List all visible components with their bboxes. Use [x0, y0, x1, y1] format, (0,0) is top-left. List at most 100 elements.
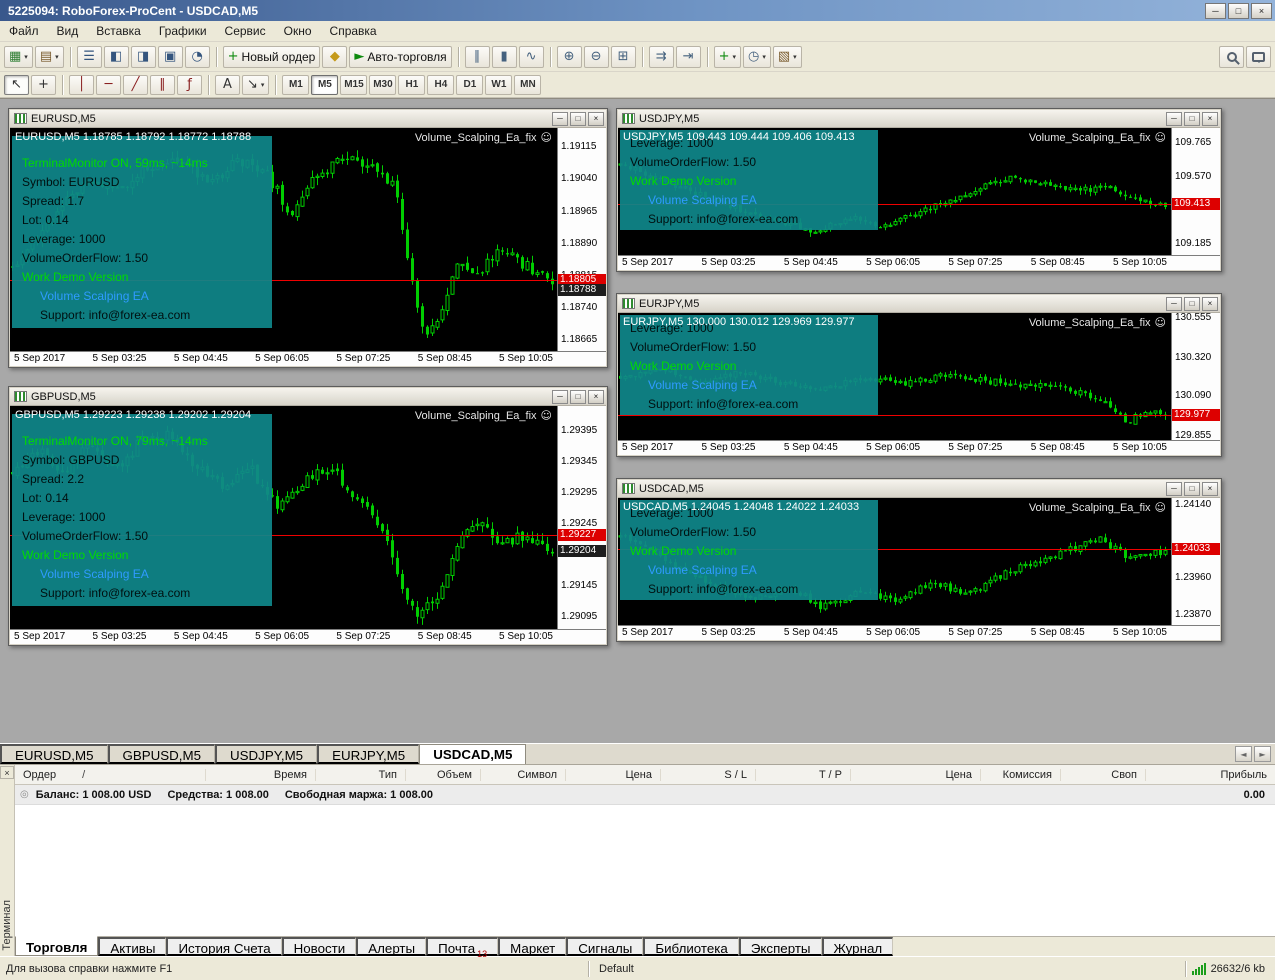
vertical-line-button[interactable]: │ — [69, 74, 94, 95]
menu-item-charts[interactable]: Графики — [150, 22, 216, 40]
minimize-button[interactable]: ─ — [1205, 2, 1226, 19]
zoom-in-button[interactable]: ⊕ — [556, 45, 582, 68]
terminal-close-button[interactable]: × — [0, 766, 14, 779]
chart-tab-usdjpy[interactable]: USDJPY,M5 — [215, 744, 318, 764]
terminal-tab-trade[interactable]: Торговля — [15, 936, 99, 956]
chart-close-button[interactable]: × — [1202, 296, 1218, 311]
chart-restore-button[interactable]: □ — [570, 111, 586, 126]
trendline-button[interactable]: ╱ — [123, 74, 148, 95]
arrows-button[interactable]: ↘ ▾ — [242, 74, 270, 95]
status-profile-selector[interactable]: Default — [595, 963, 1115, 975]
price-scale[interactable]: 1.293951.293451.292951.292451.291951.291… — [557, 406, 606, 629]
chart-plot-area[interactable]: Leverage: 1000 VolumeOrderFlow: 1.50 Work … — [618, 128, 1171, 255]
terminal-button[interactable]: ▣ — [157, 45, 183, 68]
profiles-button[interactable]: ▤ ▾ — [34, 45, 64, 68]
ea-name-label[interactable]: Volume_Scalping_Ea_fix ☺ — [1029, 501, 1166, 514]
chart-close-button[interactable]: × — [1202, 111, 1218, 126]
chart-tab-eurusd[interactable]: EURUSD,M5 — [0, 744, 108, 764]
chart-restore-button[interactable]: □ — [1184, 111, 1200, 126]
timeframe-m15-button[interactable]: M15 — [340, 74, 368, 95]
column-header-1[interactable]: Время — [205, 768, 315, 781]
column-header-2[interactable]: Тип — [315, 768, 405, 781]
timeframe-h1-button[interactable]: H1 — [398, 74, 426, 95]
timeframe-d1-button[interactable]: D1 — [456, 74, 484, 95]
column-header-4[interactable]: Символ — [480, 768, 565, 781]
metaeditor-button[interactable]: ◆ — [322, 45, 348, 68]
menu-item-insert[interactable]: Вставка — [87, 22, 150, 40]
chart-minimize-button[interactable]: ─ — [1166, 111, 1182, 126]
fibonacci-button[interactable]: ƒ — [177, 74, 202, 95]
time-axis[interactable]: 5 Sep 2017 5 Sep 03:25 5 Sep 04:45 5 Sep 06… — [10, 351, 606, 366]
chart-titlebar-eurusd[interactable]: EURUSD,M5 ─ □ × — [10, 110, 606, 128]
time-axis[interactable]: 5 Sep 2017 5 Sep 03:25 5 Sep 04:45 5 Sep 06… — [10, 629, 606, 644]
community-button[interactable] — [1246, 45, 1271, 68]
chart-titlebar-gbpusd[interactable]: GBPUSD,M5 ─ □ × — [10, 388, 606, 406]
text-button[interactable]: A — [215, 74, 240, 95]
chart-plot-area[interactable]: TerminalMonitor ON, 59ms, ~14ms Symbol: E… — [10, 128, 557, 351]
time-axis[interactable]: 5 Sep 2017 5 Sep 03:25 5 Sep 04:45 5 Sep 06… — [618, 440, 1220, 455]
ea-name-label[interactable]: Volume_Scalping_Ea_fix ☺ — [415, 409, 552, 422]
chart-restore-button[interactable]: □ — [1184, 296, 1200, 311]
chart-minimize-button[interactable]: ─ — [1166, 296, 1182, 311]
column-header-9[interactable]: Комиссия — [980, 768, 1060, 781]
chart-plot-area[interactable]: TerminalMonitor ON, 79ms, ~14ms Symbol: G… — [10, 406, 557, 629]
ea-name-label[interactable]: Volume_Scalping_Ea_fix ☺ — [1029, 131, 1166, 144]
chart-close-button[interactable]: × — [588, 389, 604, 404]
timeframe-m1-button[interactable]: M1 — [282, 74, 310, 95]
chart-titlebar-eurjpy[interactable]: EURJPY,M5 ─ □ × — [618, 295, 1220, 313]
column-header-5[interactable]: Цена — [565, 768, 660, 781]
terminal-tab-experts[interactable]: Эксперты — [738, 937, 822, 956]
chart-tab-gbpusd[interactable]: GBPUSD,M5 — [107, 744, 216, 764]
data-window-button[interactable]: ◧ — [103, 45, 129, 68]
chart-minimize-button[interactable]: ─ — [1166, 481, 1182, 496]
menu-item-view[interactable]: Вид — [48, 22, 88, 40]
strategy-tester-button[interactable]: ◔ — [184, 45, 210, 68]
bar-chart-button[interactable]: ∥ — [464, 45, 490, 68]
price-scale[interactable]: 130.555 130.320 130.090 129.855 129.977 — [1171, 312, 1220, 441]
scroll-right-button[interactable]: ► — [1254, 746, 1271, 762]
auto-scroll-button[interactable]: ⇉ — [648, 45, 674, 68]
chart-close-button[interactable]: × — [588, 111, 604, 126]
maximize-button[interactable]: □ — [1228, 2, 1249, 19]
scroll-left-button[interactable]: ◄ — [1235, 746, 1252, 762]
column-header-8[interactable]: Цена — [850, 768, 980, 781]
chart-plot-area[interactable]: Leverage: 1000 VolumeOrderFlow: 1.50 Work … — [618, 313, 1171, 440]
chart-restore-button[interactable]: □ — [1184, 481, 1200, 496]
candlestick-chart-button[interactable]: ▮ — [491, 45, 517, 68]
price-scale[interactable]: 109.765 109.570 109.185 109.413 — [1171, 128, 1220, 255]
horizontal-line-button[interactable]: ─ — [96, 74, 121, 95]
time-axis[interactable]: 5 Sep 2017 5 Sep 03:25 5 Sep 04:45 5 Sep 06… — [618, 625, 1220, 640]
chart-titlebar-usdcad[interactable]: USDCAD,M5 ─ □ × — [618, 480, 1220, 498]
periods-button[interactable]: ◷ ▾ — [743, 45, 771, 68]
column-header-11[interactable]: Прибыль — [1145, 768, 1275, 781]
terminal-tab-alerts[interactable]: Алерты — [356, 937, 427, 956]
timeframe-m5-button[interactable]: M5 — [311, 74, 339, 95]
window-titlebar[interactable]: 5225094: RoboForex-ProCent - USDCAD,M5 ─… — [0, 0, 1275, 21]
column-header-7[interactable]: T / P — [755, 768, 850, 781]
terminal-tab-signals[interactable]: Сигналы — [566, 937, 644, 956]
menu-item-file[interactable]: Файл — [0, 22, 48, 40]
time-axis[interactable]: 5 Sep 2017 5 Sep 03:25 5 Sep 04:45 5 Sep 06… — [618, 255, 1220, 270]
terminal-tab-library[interactable]: Библиотека — [643, 937, 739, 956]
column-header-10[interactable]: Своп — [1060, 768, 1145, 781]
chart-minimize-button[interactable]: ─ — [552, 389, 568, 404]
terminal-tab-journal[interactable]: Журнал — [821, 937, 894, 956]
chart-tab-usdcad[interactable]: USDCAD,M5 — [419, 744, 527, 764]
new-order-button[interactable]: + Новый ордер — [222, 45, 321, 68]
menu-item-help[interactable]: Справка — [321, 22, 386, 40]
ea-name-label[interactable]: Volume_Scalping_Ea_fix ☺ — [1029, 316, 1166, 329]
cursor-button[interactable]: ↖ — [4, 74, 29, 95]
terminal-tab-assets[interactable]: Активы — [98, 937, 167, 956]
price-scale[interactable]: 1.24140 1.23960 1.23870 1.24033 — [1171, 498, 1220, 625]
terminal-tab-news[interactable]: Новости — [281, 937, 357, 956]
autotrading-button[interactable]: ► Авто-торговля — [349, 45, 452, 68]
chart-restore-button[interactable]: □ — [570, 389, 586, 404]
indicators-button[interactable]: + ▾ — [713, 45, 742, 68]
line-chart-button[interactable]: ∿ — [518, 45, 544, 68]
market-watch-button[interactable]: ☰ — [76, 45, 102, 68]
zoom-out-button[interactable]: ⊖ — [583, 45, 609, 68]
chart-plot-area[interactable]: Leverage: 1000 VolumeOrderFlow: 1.50 Work … — [618, 498, 1171, 625]
new-chart-button[interactable]: ▦ ▾ — [4, 45, 33, 68]
chart-shift-button[interactable]: ⇥ — [675, 45, 701, 68]
close-button[interactable]: × — [1251, 2, 1272, 19]
